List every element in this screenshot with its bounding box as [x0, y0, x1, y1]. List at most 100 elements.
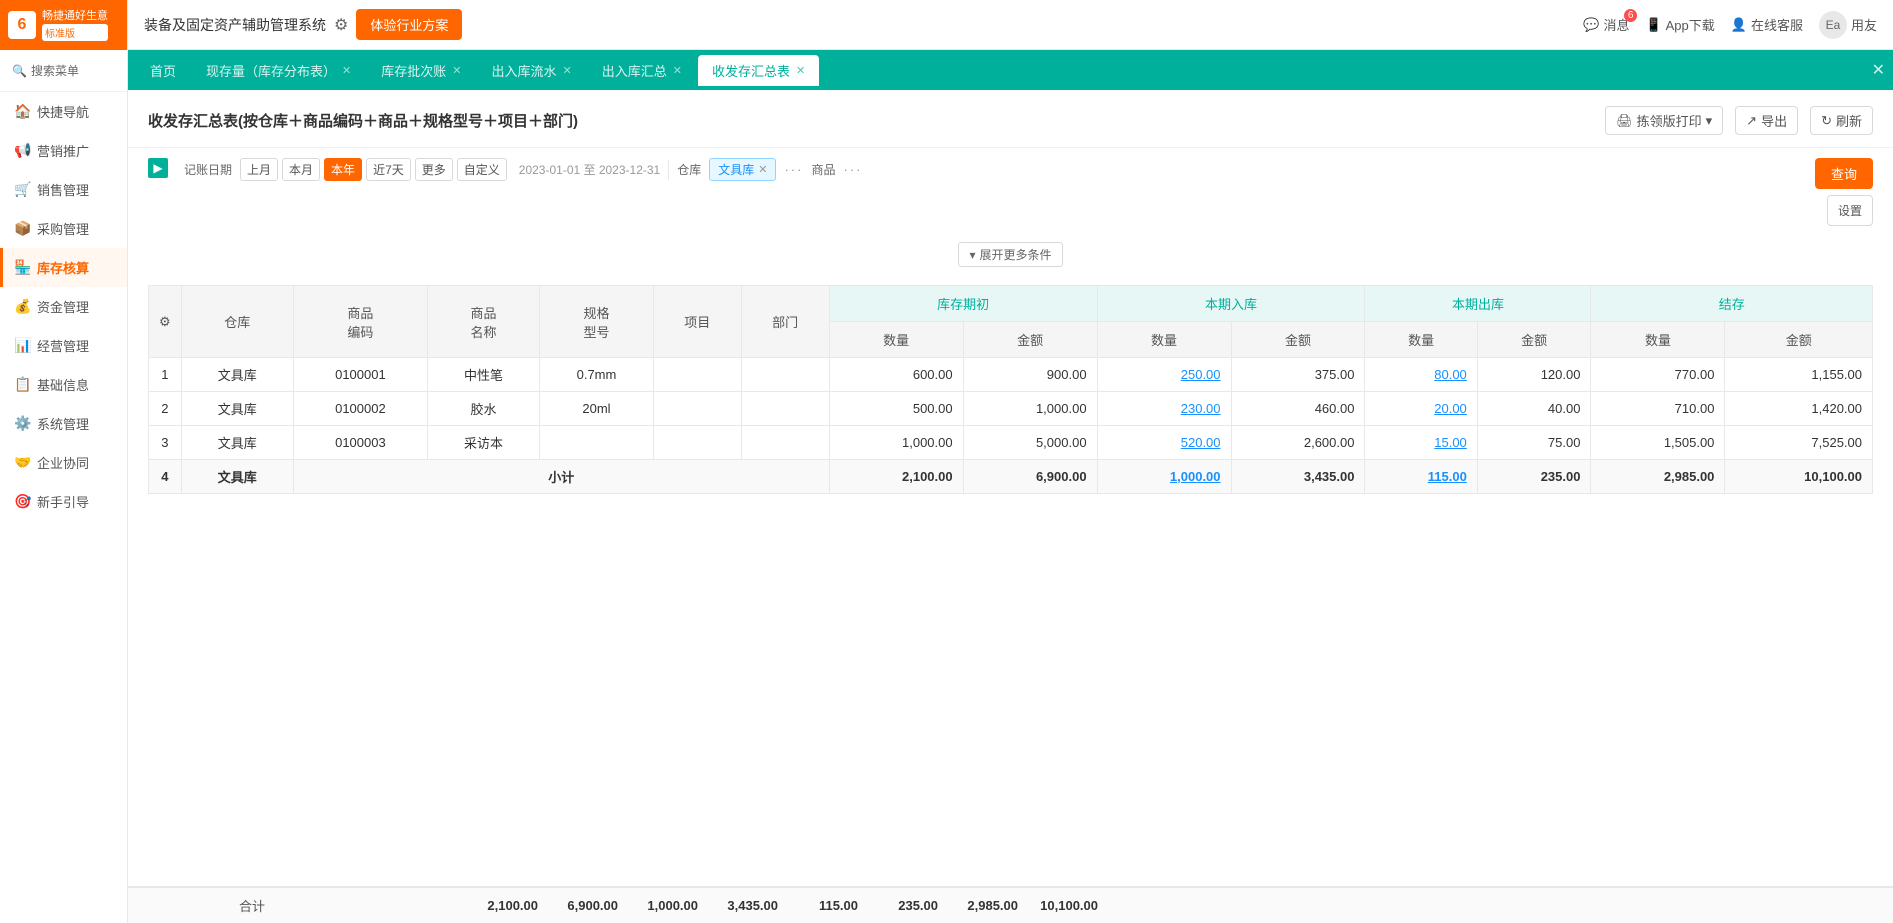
row-out-qty-link[interactable]: 20.00 [1365, 392, 1477, 426]
search-menu-btn[interactable]: 🔍 搜索菜单 [8, 58, 119, 83]
th-out-amt: 金额 [1477, 322, 1591, 358]
export-icon: ↗ [1746, 113, 1757, 129]
sidebar-item-operations[interactable]: 📊 经营管理 [0, 326, 127, 365]
tab-inout-summary[interactable]: 出入库汇总 ✕ [588, 55, 696, 86]
row-out-amt: 120.00 [1477, 358, 1591, 392]
table-settings-header[interactable]: ⚙ [149, 286, 182, 358]
sidebar-item-guide[interactable]: 🎯 新手引导 [0, 482, 127, 521]
print-template-btn[interactable]: 🖨 拣领版打印 ▾ [1605, 106, 1723, 135]
warehouse-tag-close[interactable]: ✕ [758, 163, 767, 176]
subtotal-row: 4 文具库 小计 2,100.00 6,900.00 1,000.00 3,43… [149, 460, 1873, 494]
sidebar-search-area[interactable]: 🔍 搜索菜单 [0, 50, 127, 92]
logo-badge: 标准版 [42, 24, 108, 41]
filter-divider [668, 160, 669, 180]
chevron-down-icon: ▾ [1706, 113, 1713, 129]
row-in-qty-link[interactable]: 250.00 [1097, 358, 1231, 392]
message-btn[interactable]: 💬 消息 6 [1583, 15, 1629, 34]
th-goods-spec: 规格型号 [540, 286, 654, 358]
date-btn-this-year[interactable]: 本年 [324, 158, 362, 181]
sidebar-item-quick-nav[interactable]: 🏠 快捷导航 [0, 92, 127, 131]
user-menu-btn[interactable]: Ea 用友 [1819, 11, 1877, 39]
row-goods-name: 中性笔 [427, 358, 539, 392]
header-left: 装备及固定资产辅助管理系统 ⚙ 体验行业方案 [144, 9, 462, 40]
sidebar-item-label: 资金管理 [37, 297, 89, 316]
footer-out-amt: 235.00 [868, 898, 948, 913]
row-goods-code: 0100003 [293, 426, 427, 460]
sidebar-item-purchase[interactable]: 📦 采购管理 [0, 209, 127, 248]
row-warehouse: 文具库 [181, 426, 293, 460]
warehouse-filter-label: 仓库 [677, 161, 701, 178]
sidebar-item-system[interactable]: ⚙️ 系统管理 [0, 404, 127, 443]
system-icon: ⚙️ [15, 416, 31, 432]
table-row: 2 文具库 0100002 胶水 20ml 500.00 1,000.00 23… [149, 392, 1873, 426]
sidebar-item-finance[interactable]: 💰 资金管理 [0, 287, 127, 326]
sidebar-item-label: 库存核算 [37, 258, 89, 277]
sidebar-item-enterprise[interactable]: 🤝 企业协同 [0, 443, 127, 482]
tab-inventory-dist[interactable]: 现存量（库存分布表） ✕ [192, 55, 365, 86]
expand-more-btn[interactable]: ▾ 展开更多条件 [958, 242, 1062, 267]
data-table: ⚙ 仓库 商品编码 商品名称 规格型号 项目 部门 库存期初 本期入库 本期出库… [148, 285, 1873, 494]
basic-info-icon: 📋 [15, 377, 31, 393]
tab-close-icon[interactable]: ✕ [796, 64, 805, 77]
sales-icon: 🛒 [15, 182, 31, 198]
query-button[interactable]: 查询 [1815, 158, 1873, 189]
row-goods-name: 采访本 [427, 426, 539, 460]
tab-close-icon[interactable]: ✕ [452, 64, 461, 77]
tab-receive-summary[interactable]: 收发存汇总表 ✕ [698, 55, 819, 86]
trial-button[interactable]: 体验行业方案 [356, 9, 462, 40]
refresh-btn[interactable]: ↻ 刷新 [1810, 106, 1873, 135]
tab-home[interactable]: 首页 [136, 55, 190, 86]
row-in-amt: 375.00 [1231, 358, 1365, 392]
sidebar-item-label: 企业协同 [37, 453, 89, 472]
content-inner: 收发存汇总表(按仓库＋商品编码＋商品＋规格型号＋项目＋部门) 🖨 拣领版打印 ▾… [128, 90, 1893, 886]
tab-inout-flow[interactable]: 出入库流水 ✕ [477, 55, 585, 86]
sidebar-item-inventory[interactable]: 🏪 库存核算 [0, 248, 127, 287]
date-btn-7days[interactable]: 近7天 [366, 158, 411, 181]
filter-expand-arrow[interactable]: ▶ [148, 158, 168, 178]
quick-nav-icon: 🏠 [15, 104, 31, 120]
warehouse-more-btn[interactable]: ··· [784, 162, 803, 177]
date-btn-custom[interactable]: 自定义 [457, 158, 507, 181]
tab-inventory-dist-label: 现存量（库存分布表） [206, 61, 336, 80]
tab-close-icon[interactable]: ✕ [342, 64, 351, 77]
row-num: 3 [149, 426, 182, 460]
user-avatar: Ea [1819, 11, 1847, 39]
row-goods-spec [540, 426, 654, 460]
subtotal-out-amt: 235.00 [1477, 460, 1591, 494]
date-btn-more[interactable]: 更多 [415, 158, 453, 181]
sidebar-item-marketing[interactable]: 📢 营销推广 [0, 131, 127, 170]
th-project: 项目 [653, 286, 741, 358]
system-name: 装备及固定资产辅助管理系统 [144, 15, 326, 35]
row-close-qty: 710.00 [1591, 392, 1725, 426]
settings-gear-icon[interactable]: ⚙ [334, 15, 348, 35]
subtotal-out-qty-link[interactable]: 115.00 [1365, 460, 1477, 494]
online-service-btn[interactable]: 👤 在线客服 [1731, 15, 1803, 34]
tab-bar-close-icon[interactable]: ✕ [1872, 60, 1885, 80]
row-open-amt: 5,000.00 [963, 426, 1097, 460]
table-settings-icon[interactable]: ⚙ [159, 314, 171, 329]
tab-batch-ledger[interactable]: 库存批次账 ✕ [367, 55, 475, 86]
settings-button[interactable]: 设置 [1827, 195, 1873, 226]
row-out-qty-link[interactable]: 15.00 [1365, 426, 1477, 460]
date-btn-prev-month[interactable]: 上月 [240, 158, 278, 181]
row-in-qty-link[interactable]: 520.00 [1097, 426, 1231, 460]
tab-close-icon[interactable]: ✕ [673, 64, 682, 77]
row-warehouse: 文具库 [181, 358, 293, 392]
sidebar-item-basic-info[interactable]: 📋 基础信息 [0, 365, 127, 404]
row-in-qty-link[interactable]: 230.00 [1097, 392, 1231, 426]
subtotal-in-qty-link[interactable]: 1,000.00 [1097, 460, 1231, 494]
tab-receive-summary-label: 收发存汇总表 [712, 61, 790, 80]
message-icon: 💬 [1583, 17, 1599, 33]
goods-more-btn[interactable]: ··· [843, 162, 862, 177]
tab-close-icon[interactable]: ✕ [563, 64, 572, 77]
app-download-btn[interactable]: 📱 App下载 [1645, 15, 1714, 34]
refresh-icon: ↻ [1821, 113, 1832, 129]
footer-total: 合计 2,100.00 6,900.00 1,000.00 3,435.00 1… [128, 886, 1893, 923]
date-btn-this-month[interactable]: 本月 [282, 158, 320, 181]
export-btn[interactable]: ↗ 导出 [1735, 106, 1798, 135]
sidebar-item-sales[interactable]: 🛒 销售管理 [0, 170, 127, 209]
row-in-amt: 2,600.00 [1231, 426, 1365, 460]
row-goods-name: 胶水 [427, 392, 539, 426]
row-out-qty-link[interactable]: 80.00 [1365, 358, 1477, 392]
warehouse-tag[interactable]: 文具库 ✕ [709, 158, 776, 181]
